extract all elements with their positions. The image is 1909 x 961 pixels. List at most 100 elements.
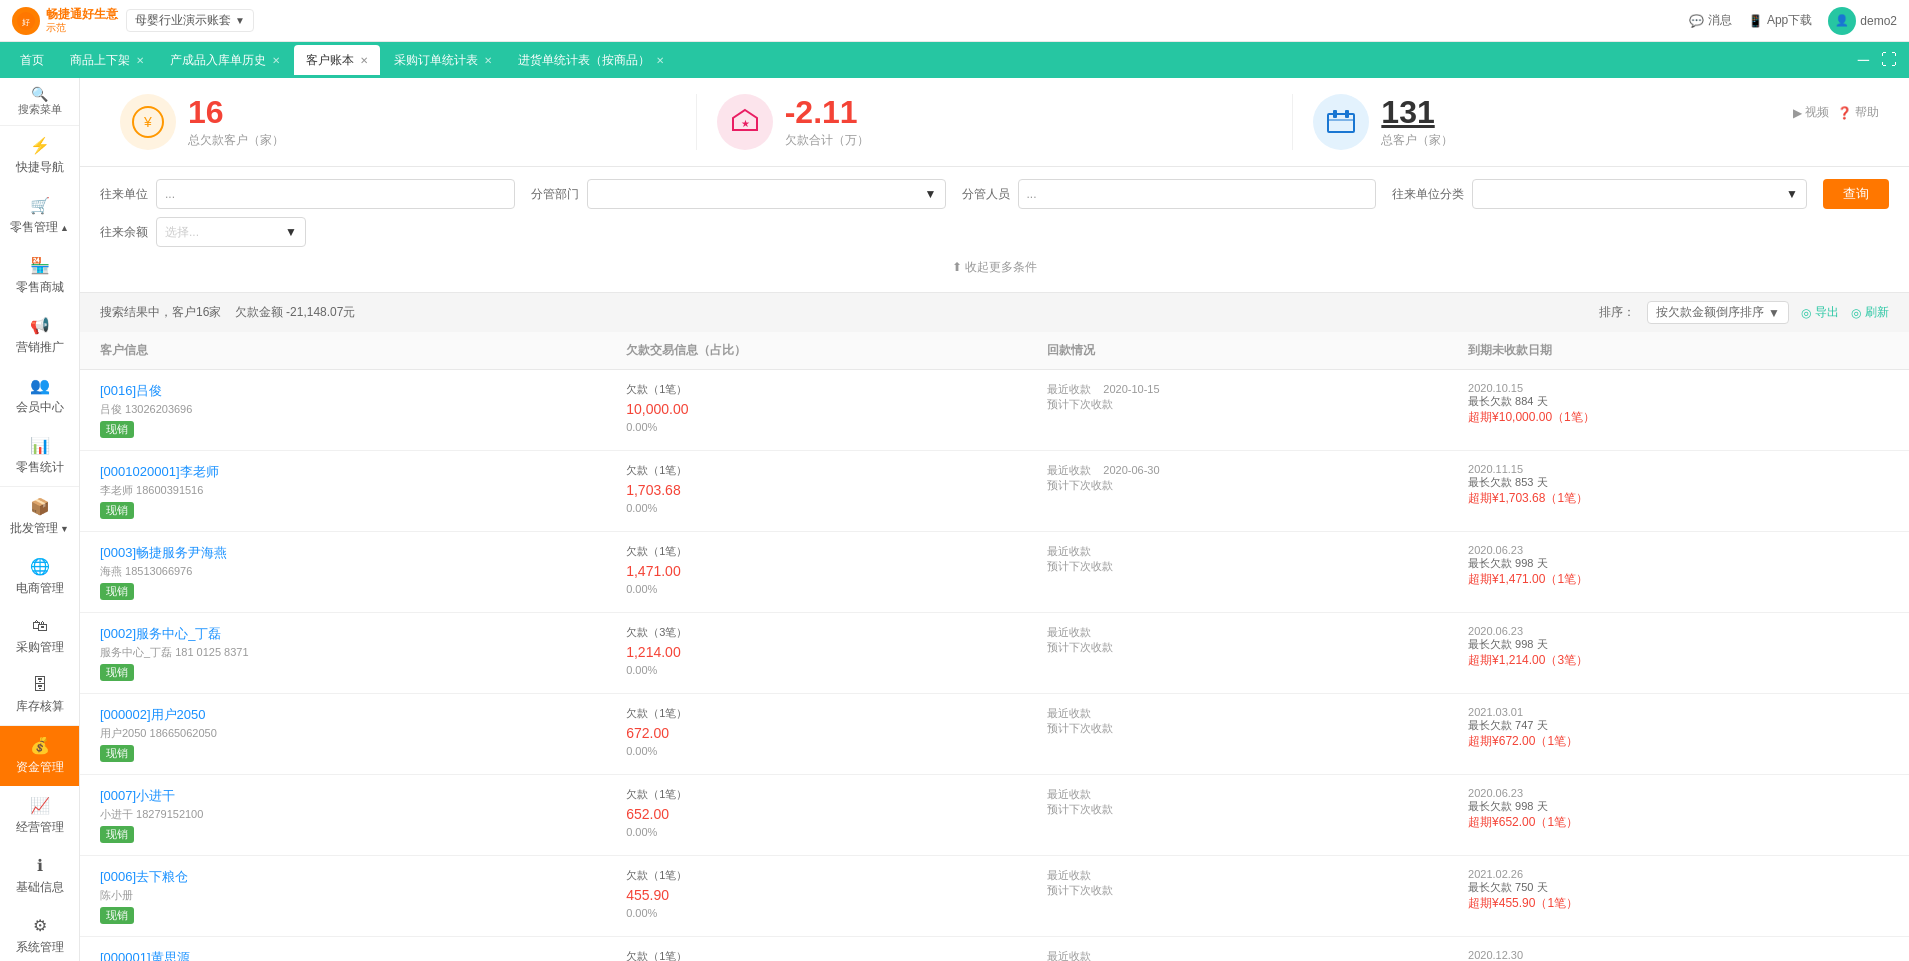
balance-select[interactable]: 选择... ▼: [156, 217, 306, 247]
collapse-btn[interactable]: ⬆ 收起更多条件: [100, 255, 1889, 280]
debt-percent-5: 0.00%: [626, 745, 1047, 757]
tab-close-icon[interactable]: ✕: [656, 55, 664, 66]
message-icon: 💬: [1689, 14, 1704, 28]
result-bar: 搜索结果中，客户16家 欠款金额 -21,148.07元 排序： 按欠款金额倒序…: [80, 293, 1909, 332]
svg-text:¥: ¥: [143, 114, 152, 130]
col-header-debt: 欠款交易信息（占比）: [626, 342, 1047, 359]
overdue-link-6[interactable]: 超期¥652.00（1笔）: [1468, 814, 1889, 831]
dept-select[interactable]: ▼: [587, 179, 946, 209]
customer-name-link-1[interactable]: [0016]吕俊: [100, 382, 626, 400]
filter-dept-label: 分管部门: [531, 186, 579, 203]
customer-sub-7: 陈小册: [100, 888, 626, 903]
collect-next-6: 预计下次收款: [1047, 802, 1468, 817]
overdue-days-5: 最长欠款 747 天: [1468, 718, 1889, 733]
sidebar-item-finance[interactable]: 💰 资金管理: [0, 726, 79, 786]
debt-info-3: 欠款（1笔） 1,471.00 0.00%: [626, 544, 1047, 595]
customer-sub-6: 小进干 18279152100: [100, 807, 626, 822]
sidebar-item-marketing[interactable]: 📢 营销推广: [0, 306, 79, 366]
tab-close-icon[interactable]: ✕: [484, 55, 492, 66]
overdue-link-1[interactable]: 超期¥10,000.00（1笔）: [1468, 409, 1889, 426]
sidebar-search[interactable]: 🔍 搜索菜单: [0, 78, 79, 126]
collect-latest-8: 最近收款: [1047, 949, 1468, 961]
debt-amount-1[interactable]: 10,000.00: [626, 401, 1047, 417]
person-input[interactable]: ...: [1018, 179, 1377, 209]
sort-chevron-icon: ▼: [1768, 306, 1780, 320]
tab-close-icon[interactable]: ✕: [272, 55, 280, 66]
tab-close-icon[interactable]: ✕: [136, 55, 144, 66]
overdue-link-3[interactable]: 超期¥1,471.00（1笔）: [1468, 571, 1889, 588]
stat-actions: ▶ 视频 ❓ 帮助: [1793, 104, 1879, 121]
overdue-link-4[interactable]: 超期¥1,214.00（3笔）: [1468, 652, 1889, 669]
overdue-link-7[interactable]: 超期¥455.90（1笔）: [1468, 895, 1889, 912]
customer-name-link-7[interactable]: [0006]去下粮仓: [100, 868, 626, 886]
sidebar-item-quick-nav[interactable]: ⚡ 快捷导航: [0, 126, 79, 186]
tab-stock-stats[interactable]: 进货单统计表（按商品） ✕: [506, 45, 676, 75]
tab-customer-account[interactable]: 客户账本 ✕: [294, 45, 380, 75]
collect-info-5: 最近收款 预计下次收款: [1047, 706, 1468, 736]
overdue-days-4: 最长欠款 998 天: [1468, 637, 1889, 652]
debt-amount-7[interactable]: 455.90: [626, 887, 1047, 903]
sidebar-item-purchase[interactable]: 🛍 采购管理: [0, 607, 79, 666]
table-row: [000001]黄思源 黄思源 13552700226 现销 欠款（1笔） 42…: [80, 937, 1909, 961]
maximize-btn[interactable]: ⛶: [1877, 49, 1901, 71]
sidebar-item-retail-stats[interactable]: 📊 零售统计: [0, 426, 79, 486]
collect-next-1: 预计下次收款: [1047, 397, 1468, 412]
tab-close-icon[interactable]: ✕: [360, 55, 368, 66]
sidebar-item-retail-mall[interactable]: 🏪 零售商城: [0, 246, 79, 306]
sidebar-item-retail-mgmt[interactable]: 🛒 零售管理 ▲: [0, 186, 79, 246]
video-btn[interactable]: ▶ 视频: [1793, 104, 1829, 121]
search-button[interactable]: 查询: [1823, 179, 1889, 209]
sort-select[interactable]: 按欠款金额倒序排序 ▼: [1647, 301, 1789, 324]
overdue-link-2[interactable]: 超期¥1,703.68（1笔）: [1468, 490, 1889, 507]
source-unit-input[interactable]: ...: [156, 179, 515, 209]
filter-person: 分管人员 ...: [962, 179, 1377, 209]
sidebar-item-system[interactable]: ⚙ 系统管理: [0, 906, 79, 961]
customer-name-link-5[interactable]: [000002]用户2050: [100, 706, 626, 724]
sidebar-item-stock[interactable]: 🗄 库存核算: [0, 666, 79, 725]
debt-amount-2[interactable]: 1,703.68: [626, 482, 1047, 498]
sidebar-item-operation[interactable]: 📈 经营管理: [0, 786, 79, 846]
customer-name-link-8[interactable]: [000001]黄思源: [100, 949, 626, 961]
customer-name-link-4[interactable]: [0002]服务中心_丁磊: [100, 625, 626, 643]
overdue-days-3: 最长欠款 998 天: [1468, 556, 1889, 571]
app-download-btn[interactable]: 📱 App下载: [1748, 12, 1812, 29]
debt-count-8: 欠款（1笔）: [626, 949, 1047, 961]
overdue-link-5[interactable]: 超期¥672.00（1笔）: [1468, 733, 1889, 750]
tab-home[interactable]: 首页: [8, 45, 56, 75]
stat-label-total: 总客户（家）: [1381, 132, 1869, 149]
sidebar-item-basic-info[interactable]: ℹ 基础信息: [0, 846, 79, 906]
stock-icon: 🗄: [32, 676, 48, 694]
stat-card-debt-customers: ¥ 16 总欠款客户（家）: [100, 94, 697, 150]
help-btn[interactable]: ❓ 帮助: [1837, 104, 1879, 121]
export-btn[interactable]: ◎ 导出: [1801, 304, 1839, 321]
purchase-icon: 🛍: [32, 617, 48, 635]
debt-amount-3[interactable]: 1,471.00: [626, 563, 1047, 579]
tab-purchase-order[interactable]: 采购订单统计表 ✕: [382, 45, 504, 75]
result-text: 搜索结果中，客户16家: [100, 305, 221, 319]
stat-label-debt: 总欠款客户（家）: [188, 132, 676, 149]
debt-amount-4[interactable]: 1,214.00: [626, 644, 1047, 660]
minimize-btn[interactable]: ─: [1854, 49, 1873, 71]
debt-amount-5[interactable]: 672.00: [626, 725, 1047, 741]
sidebar-item-member[interactable]: 👥 会员中心: [0, 366, 79, 426]
debt-amount-6[interactable]: 652.00: [626, 806, 1047, 822]
stats-icon: 📊: [30, 436, 50, 455]
content-area: ¥ 16 总欠款客户（家） ★ -2.11 欠款合计（万）: [80, 78, 1909, 961]
industry-selector[interactable]: 母婴行业演示账套 ▼: [126, 9, 254, 32]
tab-product-shelf[interactable]: 商品上下架 ✕: [58, 45, 156, 75]
debt-info-6: 欠款（1笔） 652.00 0.00%: [626, 787, 1047, 838]
customer-name-link-6[interactable]: [0007]小进干: [100, 787, 626, 805]
user-menu[interactable]: 👤 demo2: [1828, 7, 1897, 35]
refresh-icon: ◎: [1851, 306, 1861, 320]
tab-product-history[interactable]: 产成品入库单历史 ✕: [158, 45, 292, 75]
sidebar-item-ecommerce[interactable]: 🌐 电商管理: [0, 547, 79, 607]
overdue-info-5: 2021.03.01 最长欠款 747 天 超期¥672.00（1笔）: [1468, 706, 1889, 750]
customer-name-link-3[interactable]: [0003]畅捷服务尹海燕: [100, 544, 626, 562]
refresh-btn[interactable]: ◎ 刷新: [1851, 304, 1889, 321]
sidebar-item-batch-mgmt[interactable]: 📦 批发管理 ▼: [0, 487, 79, 547]
message-btn[interactable]: 💬 消息: [1689, 12, 1732, 29]
overdue-days-2: 最长欠款 853 天: [1468, 475, 1889, 490]
customer-name-link-2[interactable]: [0001020001]李老师: [100, 463, 626, 481]
result-summary: 搜索结果中，客户16家 欠款金额 -21,148.07元: [100, 304, 355, 321]
unit-category-select[interactable]: ▼: [1472, 179, 1807, 209]
